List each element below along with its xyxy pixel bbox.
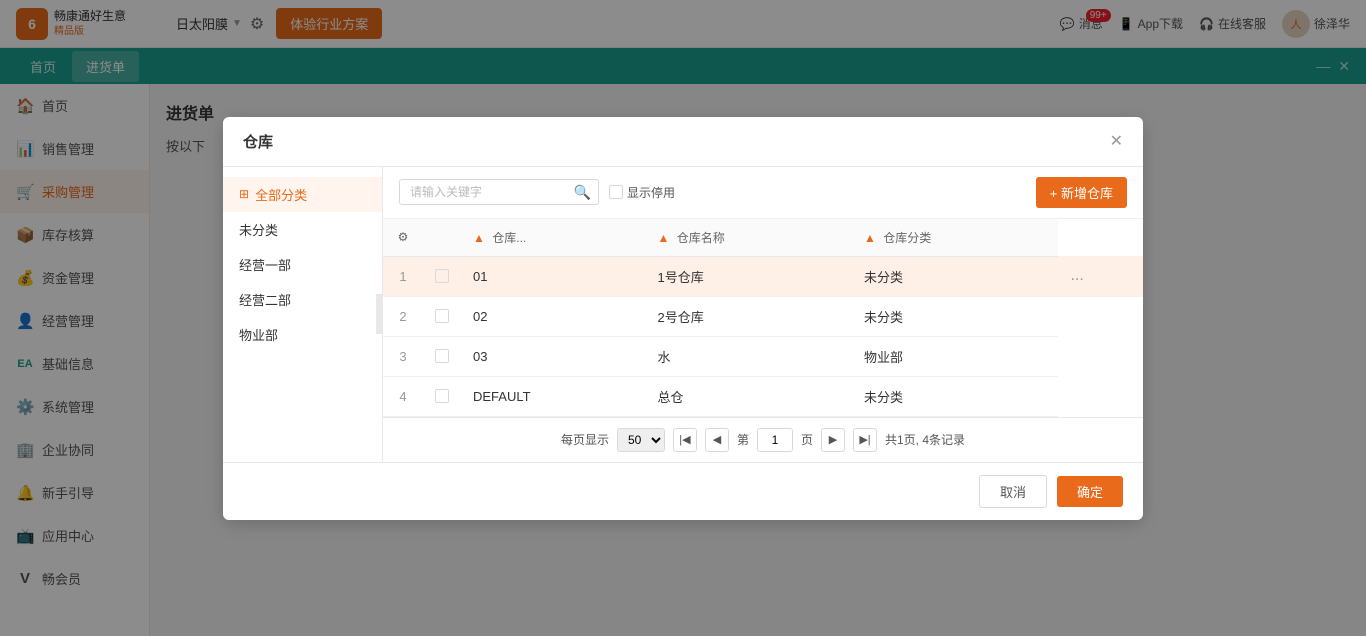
category-property[interactable]: 物业部	[223, 317, 382, 352]
search-bar: 🔍 显示停用 + 新增仓库	[383, 167, 1143, 219]
confirm-button[interactable]: 确定	[1057, 476, 1123, 507]
row-code: 01	[461, 256, 646, 296]
table-row[interactable]: 3 03 水 物业部	[383, 336, 1143, 376]
page-prev-button[interactable]: ◀	[705, 428, 729, 452]
row-category: 未分类	[852, 296, 1058, 336]
category-ops1[interactable]: 经营一部	[223, 247, 382, 282]
row-checkbox-cell	[423, 336, 461, 376]
row-checkbox-cell	[423, 376, 461, 416]
col-category: ▲ 仓库分类	[852, 219, 1058, 257]
cancel-button[interactable]: 取消	[979, 475, 1047, 508]
page-next-button[interactable]: ▶	[821, 428, 845, 452]
sort-icon: ▲	[864, 231, 876, 245]
row-name: 2号仓库	[646, 296, 852, 336]
modal-body: ⊞ 全部分类 未分类 经营一部 经营二部 物业部 《	[223, 167, 1143, 462]
row-name: 1号仓库	[646, 256, 852, 296]
row-name: 总仓	[646, 376, 852, 416]
page-text: 第	[737, 431, 749, 448]
row-code: 02	[461, 296, 646, 336]
row-category: 未分类	[852, 256, 1058, 296]
total-records-label: 共1页, 4条记录	[885, 431, 965, 448]
row-name: 水	[646, 336, 852, 376]
table-row[interactable]: 2 02 2号仓库 未分类	[383, 296, 1143, 336]
row-num: 2	[383, 296, 423, 336]
modal-title: 仓库	[243, 131, 273, 152]
col-actions: ⚙	[383, 219, 423, 257]
modal-footer: 取消 确定	[223, 462, 1143, 520]
row-checkbox[interactable]	[435, 389, 449, 403]
category-label: 全部分类	[255, 185, 307, 204]
search-input[interactable]	[399, 179, 599, 205]
sort-icon: ▲	[658, 231, 670, 245]
table-header-row: ⚙ ▲ 仓库... ▲ 仓库名称	[383, 219, 1143, 257]
show-disabled-label: 显示停用	[609, 184, 675, 201]
row-category: 未分类	[852, 376, 1058, 416]
row-action-menu[interactable]: ...	[1058, 256, 1143, 296]
sort-icon: ▲	[473, 231, 485, 245]
page-number-input[interactable]	[757, 428, 793, 452]
page-first-button[interactable]: |◀	[673, 428, 697, 452]
modal-header: 仓库 ✕	[223, 117, 1143, 167]
page-last-button[interactable]: ▶|	[853, 428, 877, 452]
search-icon[interactable]: 🔍	[574, 184, 591, 201]
col-checkbox	[423, 219, 461, 257]
category-label: 未分类	[239, 220, 278, 239]
category-label: 物业部	[239, 325, 278, 344]
modal-close-button[interactable]: ✕	[1110, 131, 1123, 151]
table-body: 1 01 1号仓库 未分类 ... 2 02 2号仓库 未分类 3 03 水 物…	[383, 256, 1143, 416]
row-code: 03	[461, 336, 646, 376]
per-page-label: 每页显示	[561, 431, 609, 448]
right-panel: 🔍 显示停用 + 新增仓库 ⚙	[383, 167, 1143, 462]
grid-icon: ⊞	[239, 187, 249, 201]
modal-overlay: 仓库 ✕ ⊞ 全部分类 未分类 经营一部 经营二部	[0, 0, 1366, 636]
category-unclassified[interactable]: 未分类	[223, 212, 382, 247]
warehouse-table-wrap: ⚙ ▲ 仓库... ▲ 仓库名称	[383, 219, 1143, 417]
category-label: 经营二部	[239, 290, 291, 309]
row-num: 3	[383, 336, 423, 376]
row-num: 4	[383, 376, 423, 416]
col-code: ▲ 仓库...	[461, 219, 646, 257]
collapse-panel-button[interactable]: 《	[376, 294, 383, 334]
row-checkbox[interactable]	[435, 349, 449, 363]
category-panel: ⊞ 全部分类 未分类 经营一部 经营二部 物业部 《	[223, 167, 383, 462]
row-checkbox-cell	[423, 296, 461, 336]
add-warehouse-button[interactable]: + 新增仓库	[1036, 177, 1127, 208]
category-label: 经营一部	[239, 255, 291, 274]
row-checkbox[interactable]	[435, 309, 449, 323]
col-name: ▲ 仓库名称	[646, 219, 852, 257]
table-row[interactable]: 1 01 1号仓库 未分类 ...	[383, 256, 1143, 296]
category-ops2[interactable]: 经营二部	[223, 282, 382, 317]
warehouse-modal: 仓库 ✕ ⊞ 全部分类 未分类 经营一部 经营二部	[223, 117, 1143, 520]
row-checkbox-cell	[423, 256, 461, 296]
row-category: 物业部	[852, 336, 1058, 376]
page-label: 页	[801, 431, 813, 448]
category-all[interactable]: ⊞ 全部分类	[223, 177, 382, 212]
row-code: DEFAULT	[461, 376, 646, 416]
show-disabled-checkbox[interactable]	[609, 185, 623, 199]
pagination-bar: 每页显示 50 |◀ ◀ 第 页 ▶ ▶| 共1页, 4条记录	[383, 417, 1143, 462]
per-page-select[interactable]: 50	[617, 428, 665, 452]
search-input-wrap: 🔍	[399, 179, 599, 205]
warehouse-table: ⚙ ▲ 仓库... ▲ 仓库名称	[383, 219, 1143, 417]
table-row[interactable]: 4 DEFAULT 总仓 未分类	[383, 376, 1143, 416]
row-num: 1	[383, 256, 423, 296]
show-disabled-text: 显示停用	[627, 184, 675, 201]
row-checkbox[interactable]	[435, 269, 449, 283]
